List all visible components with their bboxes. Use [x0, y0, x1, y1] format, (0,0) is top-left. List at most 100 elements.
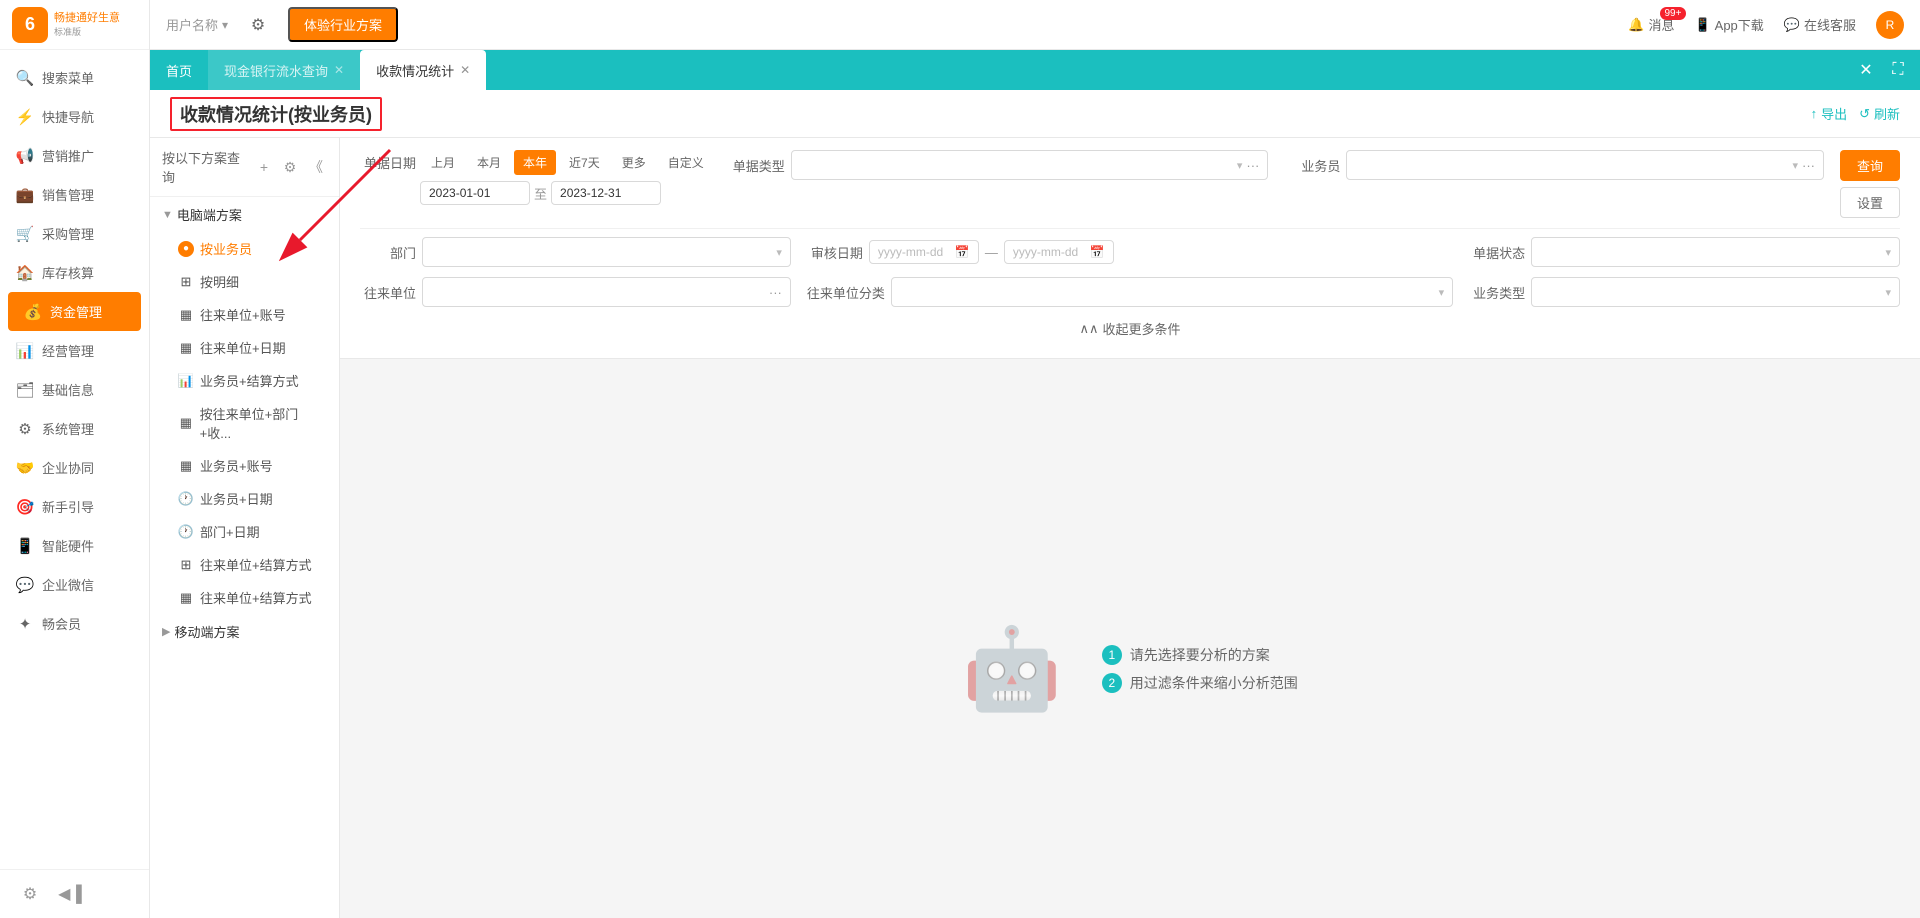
counterpart-select[interactable]: ··· [422, 277, 791, 307]
refresh-btn[interactable]: ↺ 刷新 [1859, 104, 1900, 123]
topbar-user[interactable]: 用户名称 ▾ [166, 15, 228, 34]
review-date-from-input[interactable]: yyyy-mm-dd 📅 [869, 240, 979, 264]
date-from-input[interactable]: 2023-01-01 [420, 181, 530, 205]
counterpart-ellipsis-btn[interactable]: ··· [769, 285, 782, 300]
download-icon: 📱 [1694, 17, 1710, 33]
sidebar-item-finance[interactable]: 💰 资金管理 [8, 292, 141, 331]
doc-status-select[interactable]: ▾ [1531, 237, 1900, 267]
topbar-gear-btn[interactable]: ⚙ [244, 11, 272, 39]
tab-close-all-btn[interactable]: ✕ [1852, 56, 1880, 84]
sidebar-item-purchase[interactable]: 🛒 采购管理 [0, 214, 149, 253]
detail-icon: ⊞ [178, 274, 194, 290]
sidebar-item-member[interactable]: ✦ 畅会员 [0, 604, 149, 643]
message-btn[interactable]: 🔔 消息 99+ [1628, 15, 1674, 34]
tab-receipt-close[interactable]: ✕ [460, 63, 470, 77]
online-service-btn[interactable]: 💬 在线客服 [1784, 15, 1856, 34]
settings-filter-btn[interactable]: 设置 [1840, 187, 1900, 218]
tab-bank-close[interactable]: ✕ [334, 63, 344, 77]
calendar-from-icon: 📅 [955, 245, 970, 259]
scheme-item-dept-date[interactable]: 🕐 部门+日期 [150, 515, 339, 548]
sidebar-item-quicknav[interactable]: ⚡ 快捷导航 [0, 97, 149, 136]
review-date-to-input[interactable]: yyyy-mm-dd 📅 [1004, 240, 1114, 264]
tab-home[interactable]: 首页 [150, 50, 208, 90]
purchase-nav-label: 采购管理 [42, 224, 94, 243]
mobile-group-header[interactable]: ▶ 移动端方案 [150, 614, 339, 649]
date-more-btn[interactable]: 更多 [613, 150, 655, 175]
date-to-input[interactable]: 2023-12-31 [551, 181, 661, 205]
app-download-label: App下载 [1715, 15, 1764, 34]
sidebar-item-sales[interactable]: 💼 销售管理 [0, 175, 149, 214]
sidebar-item-guide[interactable]: 🎯 新手引导 [0, 487, 149, 526]
scheme-item-salesperson-settlement[interactable]: 📊 业务员+结算方式 [150, 364, 339, 397]
type-select[interactable]: ▾ ··· [791, 150, 1269, 180]
tab-bank[interactable]: 现金银行流水查询 ✕ [208, 50, 360, 90]
empty-robot-illustration: 🤖 [962, 622, 1062, 716]
trial-btn[interactable]: 体验行业方案 [288, 7, 398, 42]
export-btn[interactable]: ↑ 导出 [1811, 104, 1848, 123]
doc-status-label: 单据状态 [1469, 243, 1525, 262]
scheme-item-salesperson-account[interactable]: ▦ 业务员+账号 [150, 449, 339, 482]
filter-collapse-btn[interactable]: ∧∧ 收起更多条件 [360, 311, 1900, 346]
scheme-item-by-counterpart-dept[interactable]: ▦ 按往来单位+部门+收... [150, 397, 339, 449]
date-this-year-btn[interactable]: 本年 [514, 150, 556, 175]
user-dropdown-icon[interactable]: ▾ [222, 18, 228, 32]
type-ellipsis-btn[interactable]: ··· [1246, 158, 1259, 173]
date-this-month-btn[interactable]: 本月 [468, 150, 510, 175]
sidebar-item-inventory[interactable]: 🏠 库存核算 [0, 253, 149, 292]
empty-step-2: 2 用过滤条件来缩小分析范围 [1102, 673, 1298, 693]
scheme-item-counterpart-date[interactable]: ▦ 往来单位+日期 [150, 331, 339, 364]
sidebar-item-enterprise[interactable]: 🤝 企业协同 [0, 448, 149, 487]
panel-add-btn[interactable]: + [253, 156, 275, 178]
scheme-item-counterpart-settlement2[interactable]: ▦ 往来单位+结算方式 [150, 581, 339, 614]
scheme-item-counterpart-settlement1[interactable]: ⊞ 往来单位+结算方式 [150, 548, 339, 581]
sidebar-settings-btn[interactable]: ⚙ [16, 880, 44, 908]
right-panel: 单据日期 上月 本月 本年 近7天 更多 自定义 [340, 138, 1920, 918]
scheme-item-by-detail[interactable]: ⊞ 按明细 [150, 265, 339, 298]
date-prev-month-btn[interactable]: 上月 [422, 150, 464, 175]
operation-nav-icon: 📊 [16, 342, 34, 360]
salesperson-select[interactable]: ▾ ··· [1346, 150, 1824, 180]
desktop-group-header[interactable]: ▼ 电脑端方案 [150, 197, 339, 232]
empty-state: 🤖 1 请先选择要分析的方案 2 用过滤条件来缩小分析范围 [340, 359, 1920, 918]
sidebar-item-marketing[interactable]: 📢 营销推广 [0, 136, 149, 175]
app-download-btn[interactable]: 📱 App下载 [1694, 15, 1763, 34]
sidebar-item-wechat[interactable]: 💬 企业微信 [0, 565, 149, 604]
tabbar: 首页 现金银行流水查询 ✕ 收款情况统计 ✕ ✕ ⛶ [150, 50, 1920, 90]
counterpart-settlement1-icon: ⊞ [178, 557, 194, 573]
counterpart-category-select[interactable]: ▾ [891, 277, 1453, 307]
sidebar-item-basic[interactable]: 🗂 基础信息 [0, 370, 149, 409]
marketing-nav-icon: 📢 [16, 147, 34, 165]
tab-fullscreen-btn[interactable]: ⛶ [1884, 56, 1912, 84]
panel-settings-btn[interactable]: ⚙ [279, 156, 301, 178]
scheme-item-salesperson-date[interactable]: 🕐 业务员+日期 [150, 482, 339, 515]
sidebar-collapse-btn[interactable]: ◀▐ [56, 880, 84, 908]
date-last7days-btn[interactable]: 近7天 [560, 150, 609, 175]
date-custom-btn[interactable]: 自定义 [659, 150, 713, 175]
group-expand-icon: ▼ [162, 209, 173, 221]
date-shortcuts: 上月 本月 本年 近7天 更多 自定义 [422, 150, 713, 175]
type-dropdown-icon: ▾ [1237, 159, 1243, 172]
sidebar-item-operation[interactable]: 📊 经营管理 [0, 331, 149, 370]
salesperson-account-icon: ▦ [178, 458, 194, 474]
dept-select[interactable]: ▾ [422, 237, 791, 267]
sidebar-item-hardware[interactable]: 📱 智能硬件 [0, 526, 149, 565]
tab-receipt[interactable]: 收款情况统计 ✕ [360, 50, 486, 90]
query-btn[interactable]: 查询 [1840, 150, 1900, 181]
salesperson-ellipsis-btn[interactable]: ··· [1802, 158, 1815, 173]
sidebar: 6 畅捷通好生意 标准版 🔍 搜索菜单 ⚡ 快捷导航 📢 营销推广 💼 销售管理… [0, 0, 150, 918]
panel-collapse-btn[interactable]: 《 [305, 156, 327, 178]
scheme-item-by-salesperson[interactable]: ● 按业务员 [150, 232, 339, 265]
scheme-item-label: 按业务员 [200, 239, 252, 258]
salesperson-label: 业务员 [1284, 156, 1340, 175]
scheme-item-label: 按往来单位+部门+收... [200, 404, 327, 442]
user-avatar[interactable]: R [1876, 11, 1904, 39]
scheme-item-counterpart-account[interactable]: ▦ 往来单位+账号 [150, 298, 339, 331]
salesperson-dropdown-icon: ▾ [1792, 159, 1798, 172]
business-type-select[interactable]: ▾ [1531, 277, 1900, 307]
scheme-item-label: 往来单位+日期 [200, 338, 286, 357]
export-icon: ↑ [1811, 106, 1818, 121]
sidebar-item-system[interactable]: ⚙ 系统管理 [0, 409, 149, 448]
refresh-label: 刷新 [1874, 104, 1900, 123]
page-header: 收款情况统计(按业务员) ↑ 导出 ↺ 刷新 [150, 90, 1920, 138]
sidebar-item-search[interactable]: 🔍 搜索菜单 [0, 58, 149, 97]
